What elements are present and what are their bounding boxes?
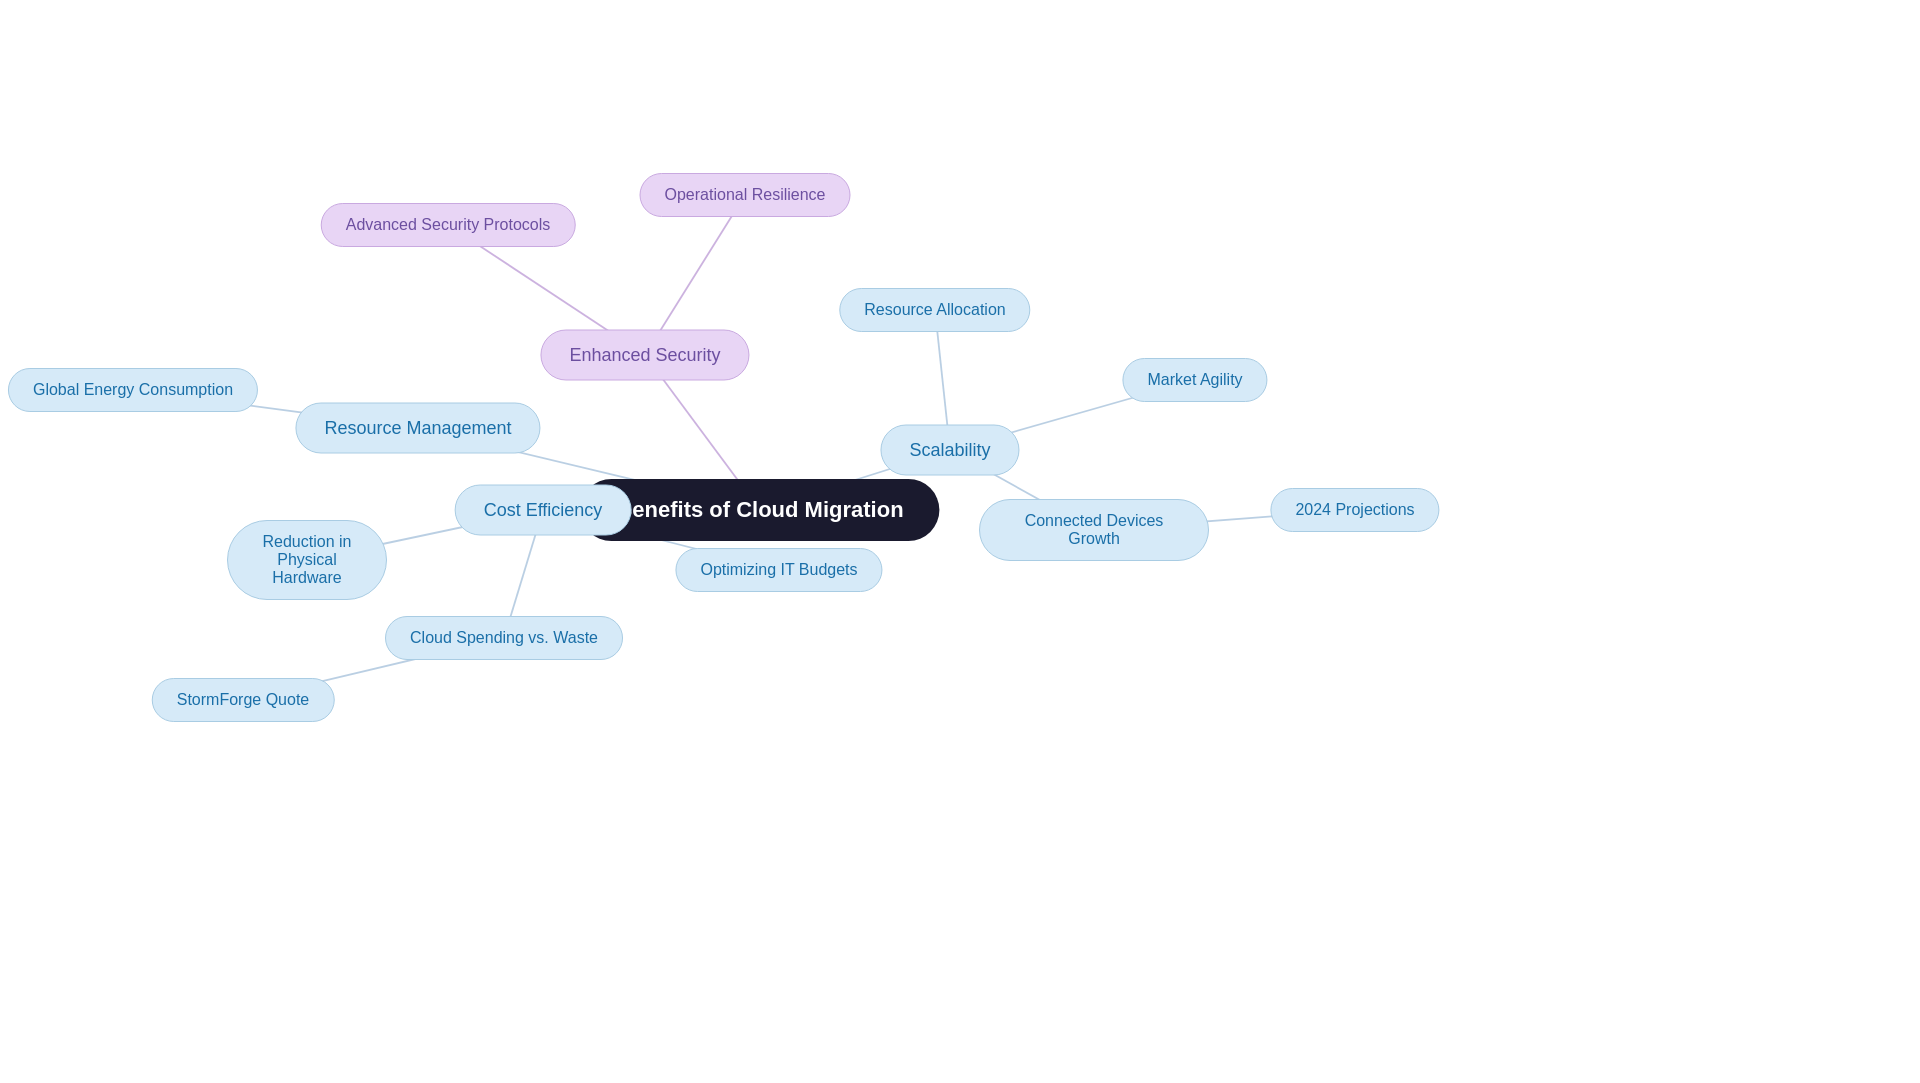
node-resource-allocation[interactable]: Resource Allocation [839,288,1030,332]
advanced-security-protocols-label: Advanced Security Protocols [346,216,551,234]
operational-resilience-label: Operational Resilience [665,186,826,204]
node-stormforge-quote[interactable]: StormForge Quote [152,678,335,722]
market-agility-label: Market Agility [1147,371,1242,389]
node-operational-resilience[interactable]: Operational Resilience [640,173,851,217]
node-connected-devices-growth[interactable]: Connected Devices Growth [979,499,1209,561]
resource-management-label: Resource Management [324,418,511,439]
center-label: Benefits of Cloud Migration [616,497,903,523]
node-cost-efficiency[interactable]: Cost Efficiency [455,485,632,536]
cloud-spending-label: Cloud Spending vs. Waste [410,629,598,647]
scalability-label: Scalability [909,440,990,461]
node-reduction-in-physical-hardware[interactable]: Reduction in Physical Hardware [227,520,387,600]
resource-allocation-label: Resource Allocation [864,301,1005,319]
projections-label: 2024 Projections [1295,501,1414,519]
node-2024-projections[interactable]: 2024 Projections [1270,488,1439,532]
node-scalability[interactable]: Scalability [880,425,1019,476]
global-energy-consumption-label: Global Energy Consumption [33,381,233,399]
stormforge-label: StormForge Quote [177,691,310,709]
optimizing-label: Optimizing IT Budgets [700,561,857,579]
node-enhanced-security[interactable]: Enhanced Security [540,330,749,381]
connected-devices-label: Connected Devices Growth [1004,512,1184,548]
cost-efficiency-label: Cost Efficiency [484,500,603,521]
node-cloud-spending-vs-waste[interactable]: Cloud Spending vs. Waste [385,616,623,660]
node-optimizing-it-budgets[interactable]: Optimizing IT Budgets [675,548,882,592]
node-advanced-security-protocols[interactable]: Advanced Security Protocols [321,203,576,247]
node-market-agility[interactable]: Market Agility [1122,358,1267,402]
enhanced-security-label: Enhanced Security [569,345,720,366]
node-resource-management[interactable]: Resource Management [295,403,540,454]
center-node[interactable]: Benefits of Cloud Migration [580,479,939,541]
node-global-energy-consumption[interactable]: Global Energy Consumption [8,368,258,412]
reduction-label: Reduction in Physical Hardware [252,533,362,587]
